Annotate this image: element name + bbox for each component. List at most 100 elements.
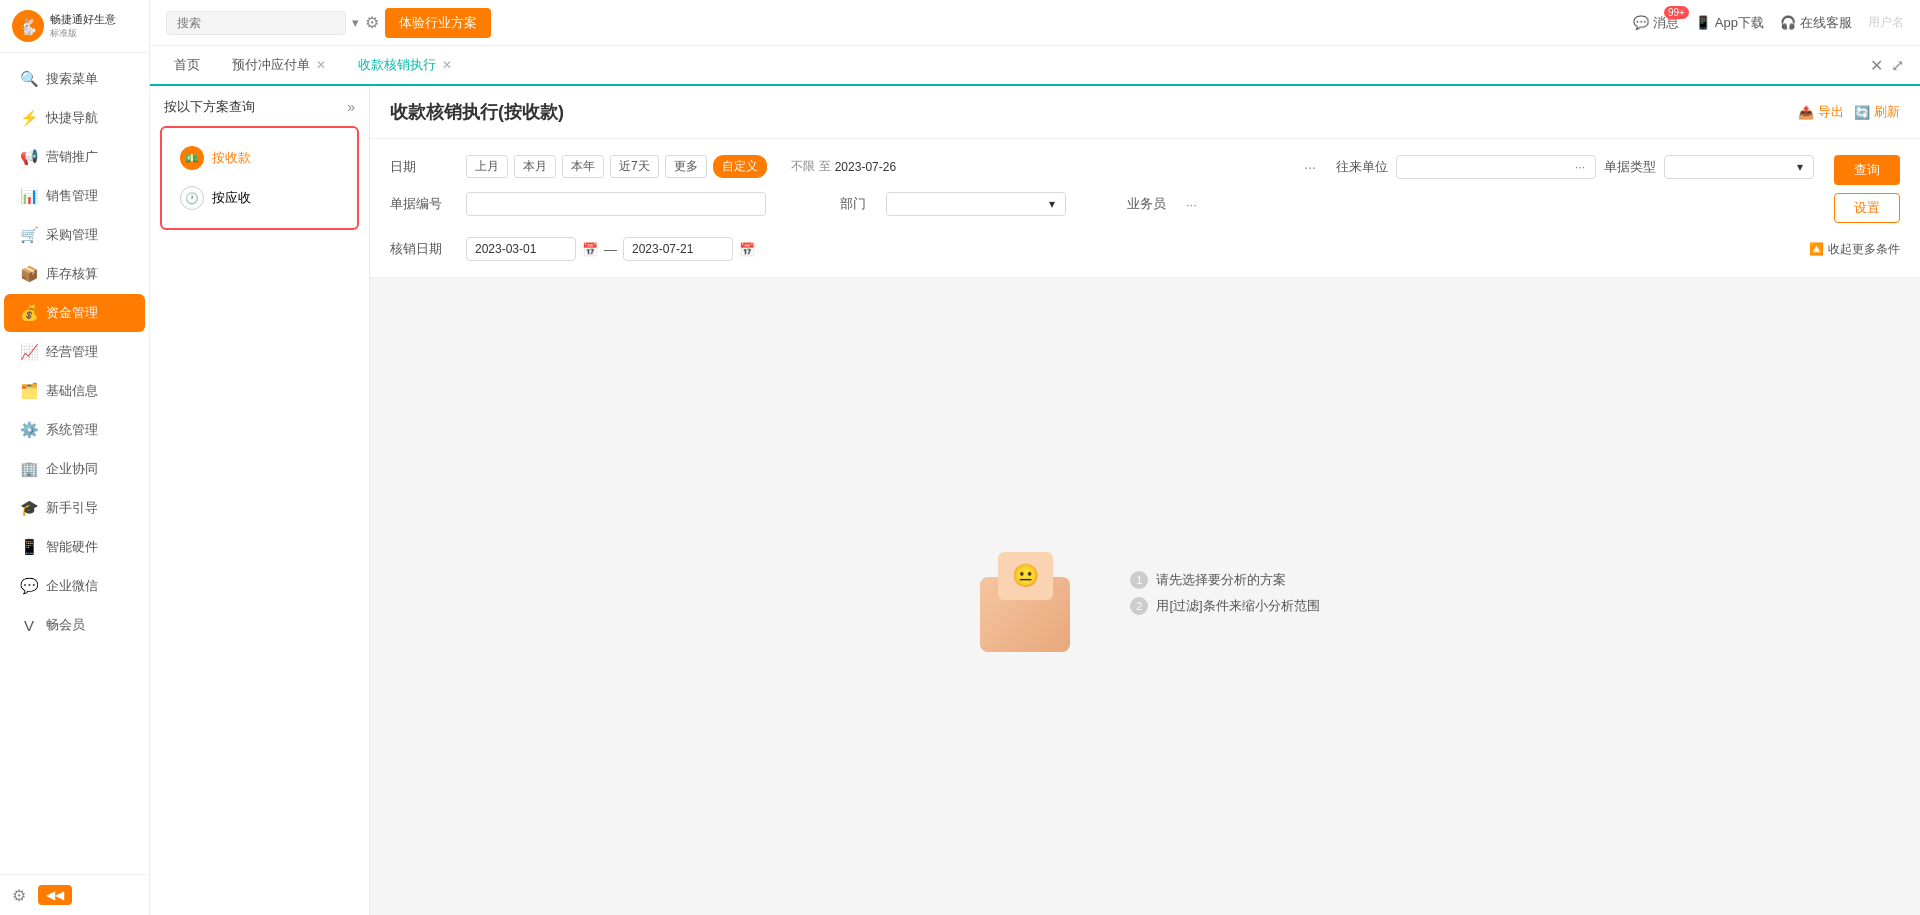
inventory-icon: 📦 [20,265,38,283]
staff-more[interactable]: ··· [1186,197,1197,212]
topbar-dropdown-icon[interactable]: ▾ [352,15,359,30]
finance-icon: 💰 [20,304,38,322]
page-actions: 📤 导出 🔄 刷新 [1798,103,1900,121]
topbar-solution-button[interactable]: 体验行业方案 [385,8,491,38]
date-value: 2023-07-26 [835,160,896,174]
message-icon: 💬 [1633,15,1649,30]
topbar-user[interactable]: 用户名 [1868,14,1904,31]
sidebar-item-guide[interactable]: 🎓 新手引导 [4,489,145,527]
writeoff-start-calendar-icon[interactable]: 📅 [582,242,598,257]
sidebar-item-quicknav[interactable]: ⚡ 快捷导航 [4,99,145,137]
date-btn-7days[interactable]: 近7天 [610,155,659,178]
topbar-app-download[interactable]: 📱 App下载 [1695,14,1764,32]
purchase-icon: 🛒 [20,226,38,244]
topbar-gear-icon[interactable]: ⚙ [365,13,379,32]
trading-partner-label: 往来单位 [1336,158,1388,176]
sidebar-item-purchase[interactable]: 🛒 采购管理 [4,216,145,254]
topbar-left: ▾ ⚙ 体验行业方案 [166,8,1623,38]
sidebar-item-label: 企业协同 [46,460,98,478]
writeoff-end-calendar-icon[interactable]: 📅 [739,242,755,257]
sidebar-item-inventory[interactable]: 📦 库存核算 [4,255,145,293]
writeoff-end-input[interactable] [623,237,733,261]
filter-row-date: 日期 上月 本月 本年 近7天 更多 自定义 不限 至 [390,155,1316,178]
step-2-text: 用[过滤]条件来缩小分析范围 [1156,597,1319,615]
service-icon: 🎧 [1780,15,1796,30]
app-logo: 🐇 畅捷通好生意 标准版 [0,0,149,53]
date-btn-more[interactable]: 更多 [665,155,707,178]
date-btn-this-year[interactable]: 本年 [562,155,604,178]
query-button[interactable]: 查询 [1834,155,1900,185]
trading-partner-more-icon: ··· [1575,160,1585,174]
doc-type-select[interactable]: ▾ [1664,155,1814,179]
panel-header: 按以下方案查询 » [150,98,369,126]
tab-close-all-icon[interactable]: ✕ [1870,56,1883,75]
enterprise-icon: 🏢 [20,460,38,478]
sidebar-item-member[interactable]: V 畅会员 [4,606,145,644]
writeoff-date-range: 📅 — 📅 [466,237,755,261]
date-btn-custom[interactable]: 自定义 [713,155,767,178]
tab-writeoff[interactable]: 收款核销执行 ✕ [342,46,468,86]
tabbar: 首页 预付冲应付单 ✕ 收款核销执行 ✕ ✕ ⤢ [150,46,1920,86]
by-receivable-label: 按应收 [212,189,251,207]
step-2-num: 2 [1130,597,1148,615]
filter-row-docnum: 单据编号 部门 ▾ 业务员 ··· [390,192,1316,216]
sidebar-item-operations[interactable]: 📈 经营管理 [4,333,145,371]
department-label: 部门 [786,195,866,213]
panel-collapse-icon[interactable]: » [347,99,355,115]
sidebar-item-finance[interactable]: 💰 资金管理 [4,294,145,332]
sidebar-item-system[interactable]: ⚙️ 系统管理 [4,411,145,449]
sidebar-collapse-button[interactable]: ◀◀ [38,885,72,905]
sidebar-item-basics[interactable]: 🗂️ 基础信息 [4,372,145,410]
department-select[interactable]: ▾ [886,192,1066,216]
sidebar-item-label: 搜索菜单 [46,70,98,88]
sidebar-item-label: 系统管理 [46,421,98,439]
empty-state: 😐 1 请先选择要分析的方案 2 用[过滤]条件来缩小分析范围 [370,278,1920,915]
tab-expand-icon[interactable]: ⤢ [1891,56,1904,75]
left-panel: 按以下方案查询 » 💵 按收款 🕐 按应收 [150,86,370,915]
topbar-search-input[interactable] [166,11,346,35]
panel-item-by-receivable[interactable]: 🕐 按应收 [170,178,349,218]
date-label: 日期 [390,158,446,176]
date-options: 上月 本月 本年 近7天 更多 自定义 [466,155,767,178]
topbar-online-service[interactable]: 🎧 在线客服 [1780,14,1852,32]
sidebar-item-hardware[interactable]: 📱 智能硬件 [4,528,145,566]
sidebar-item-label: 资金管理 [46,304,98,322]
trading-partner-more[interactable]: ··· [1304,159,1316,175]
tab-prepay-close[interactable]: ✕ [316,58,326,72]
filter-trading-partner-row: 往来单位 ··· 单据类型 ▾ [1336,155,1814,179]
export-icon: 📤 [1798,105,1814,120]
tab-prepay-label: 预付冲应付单 [232,56,310,74]
content-area: 按以下方案查询 » 💵 按收款 🕐 按应收 收款核销执行(按收款) [150,86,1920,915]
tab-home[interactable]: 首页 [158,46,216,86]
empty-illustration: 😐 [970,542,1090,652]
date-btn-this-month[interactable]: 本月 [514,155,556,178]
sidebar-item-label: 智能硬件 [46,538,98,556]
topbar-message[interactable]: 💬 消息 99+ [1633,14,1679,32]
sidebar-item-sales[interactable]: 📊 销售管理 [4,177,145,215]
staff-label: 业务员 [1086,195,1166,213]
tab-writeoff-close[interactable]: ✕ [442,58,452,72]
doc-number-input[interactable] [466,192,766,216]
operations-icon: 📈 [20,343,38,361]
tab-prepay[interactable]: 预付冲应付单 ✕ [216,46,342,86]
sidebar-item-marketing[interactable]: 📢 营销推广 [4,138,145,176]
sidebar-item-enterprise[interactable]: 🏢 企业协同 [4,450,145,488]
setting-button[interactable]: 设置 [1834,193,1900,223]
date-btn-last-month[interactable]: 上月 [466,155,508,178]
panel-item-by-receipt[interactable]: 💵 按收款 [170,138,349,178]
topbar: ▾ ⚙ 体验行业方案 💬 消息 99+ 📱 App下载 🎧 在线客服 用户名 [150,0,1920,46]
sidebar-item-wechat[interactable]: 💬 企业微信 [4,567,145,605]
tab-home-label: 首页 [174,56,200,74]
refresh-button[interactable]: 🔄 刷新 [1854,103,1900,121]
export-button[interactable]: 📤 导出 [1798,103,1844,121]
app-icon: 📱 [1695,15,1711,30]
sidebar-settings-icon[interactable]: ⚙ [12,886,26,905]
by-receipt-icon: 💵 [180,146,204,170]
doc-number-label: 单据编号 [390,195,446,213]
tabbar-actions: ✕ ⤢ [1862,46,1912,84]
collapse-more-button[interactable]: 🔼 收起更多条件 [1809,241,1900,258]
sidebar-item-search[interactable]: 🔍 搜索菜单 [4,60,145,98]
quicknav-icon: ⚡ [20,109,38,127]
writeoff-start-input[interactable] [466,237,576,261]
trading-partner-input[interactable]: ··· [1396,155,1596,179]
